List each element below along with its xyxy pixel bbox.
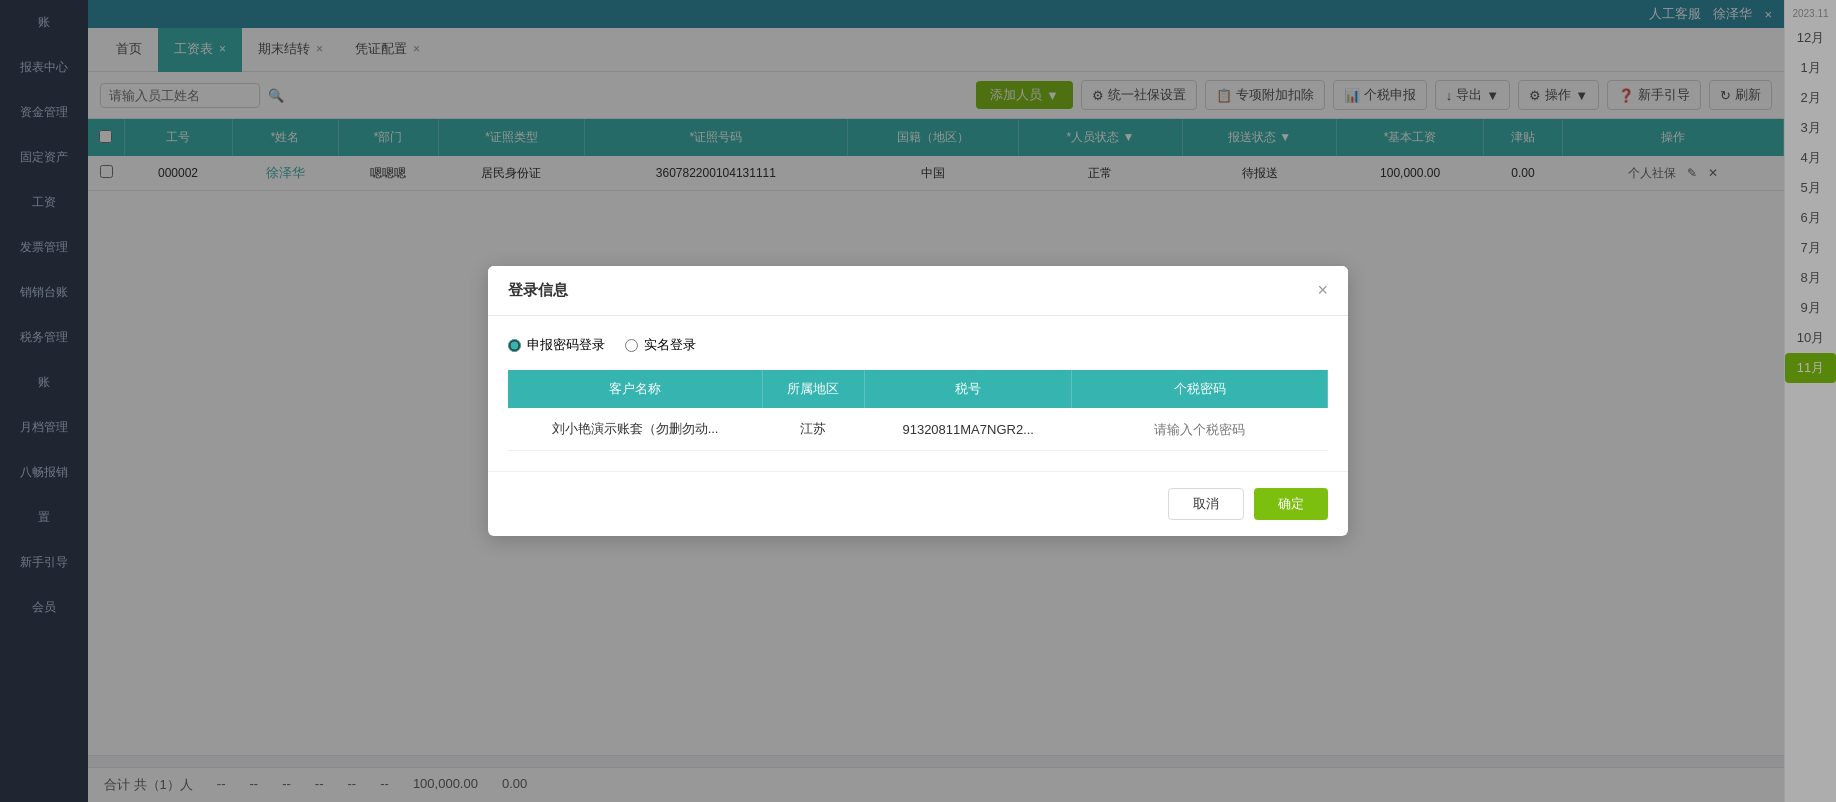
confirm-button[interactable]: 确定 bbox=[1254, 488, 1328, 520]
radio-password-input[interactable] bbox=[508, 339, 521, 352]
dialog-close-button[interactable]: × bbox=[1317, 280, 1328, 301]
radio-realname-login[interactable]: 实名登录 bbox=[625, 336, 696, 354]
dialog-row-tax-no: 91320811MA7NGR2... bbox=[865, 408, 1072, 451]
dialog-header: 登录信息 × bbox=[488, 266, 1348, 316]
dialog-th-tax-no: 税号 bbox=[865, 370, 1072, 408]
radio-realname-input[interactable] bbox=[625, 339, 638, 352]
dialog-row-name: 刘小艳演示账套（勿删勿动... bbox=[508, 408, 762, 451]
dialog-row-password-cell bbox=[1072, 408, 1328, 451]
dialog-table-row: 刘小艳演示账套（勿删勿动... 江苏 91320811MA7NGR2... bbox=[508, 408, 1328, 451]
cancel-button[interactable]: 取消 bbox=[1168, 488, 1244, 520]
login-info-dialog: 登录信息 × 申报密码登录 实名登录 bbox=[488, 266, 1348, 536]
dialog-overlay: 登录信息 × 申报密码登录 实名登录 bbox=[0, 0, 1836, 802]
radio-realname-label: 实名登录 bbox=[644, 336, 696, 354]
dialog-body: 申报密码登录 实名登录 客户名称 所属地区 税号 个税密码 bbox=[488, 316, 1348, 471]
dialog-th-region: 所属地区 bbox=[762, 370, 865, 408]
dialog-footer: 取消 确定 bbox=[488, 471, 1348, 536]
dialog-th-name: 客户名称 bbox=[508, 370, 762, 408]
radio-password-label: 申报密码登录 bbox=[527, 336, 605, 354]
password-input[interactable] bbox=[1084, 422, 1316, 437]
dialog-table-header: 客户名称 所属地区 税号 个税密码 bbox=[508, 370, 1328, 408]
dialog-title: 登录信息 bbox=[508, 281, 568, 300]
login-type-radio-group: 申报密码登录 实名登录 bbox=[508, 336, 1328, 354]
radio-password-login[interactable]: 申报密码登录 bbox=[508, 336, 605, 354]
dialog-row-region: 江苏 bbox=[762, 408, 865, 451]
dialog-th-password: 个税密码 bbox=[1072, 370, 1328, 408]
login-info-table: 客户名称 所属地区 税号 个税密码 刘小艳演示账套（勿删勿动... 江苏 913… bbox=[508, 370, 1328, 451]
